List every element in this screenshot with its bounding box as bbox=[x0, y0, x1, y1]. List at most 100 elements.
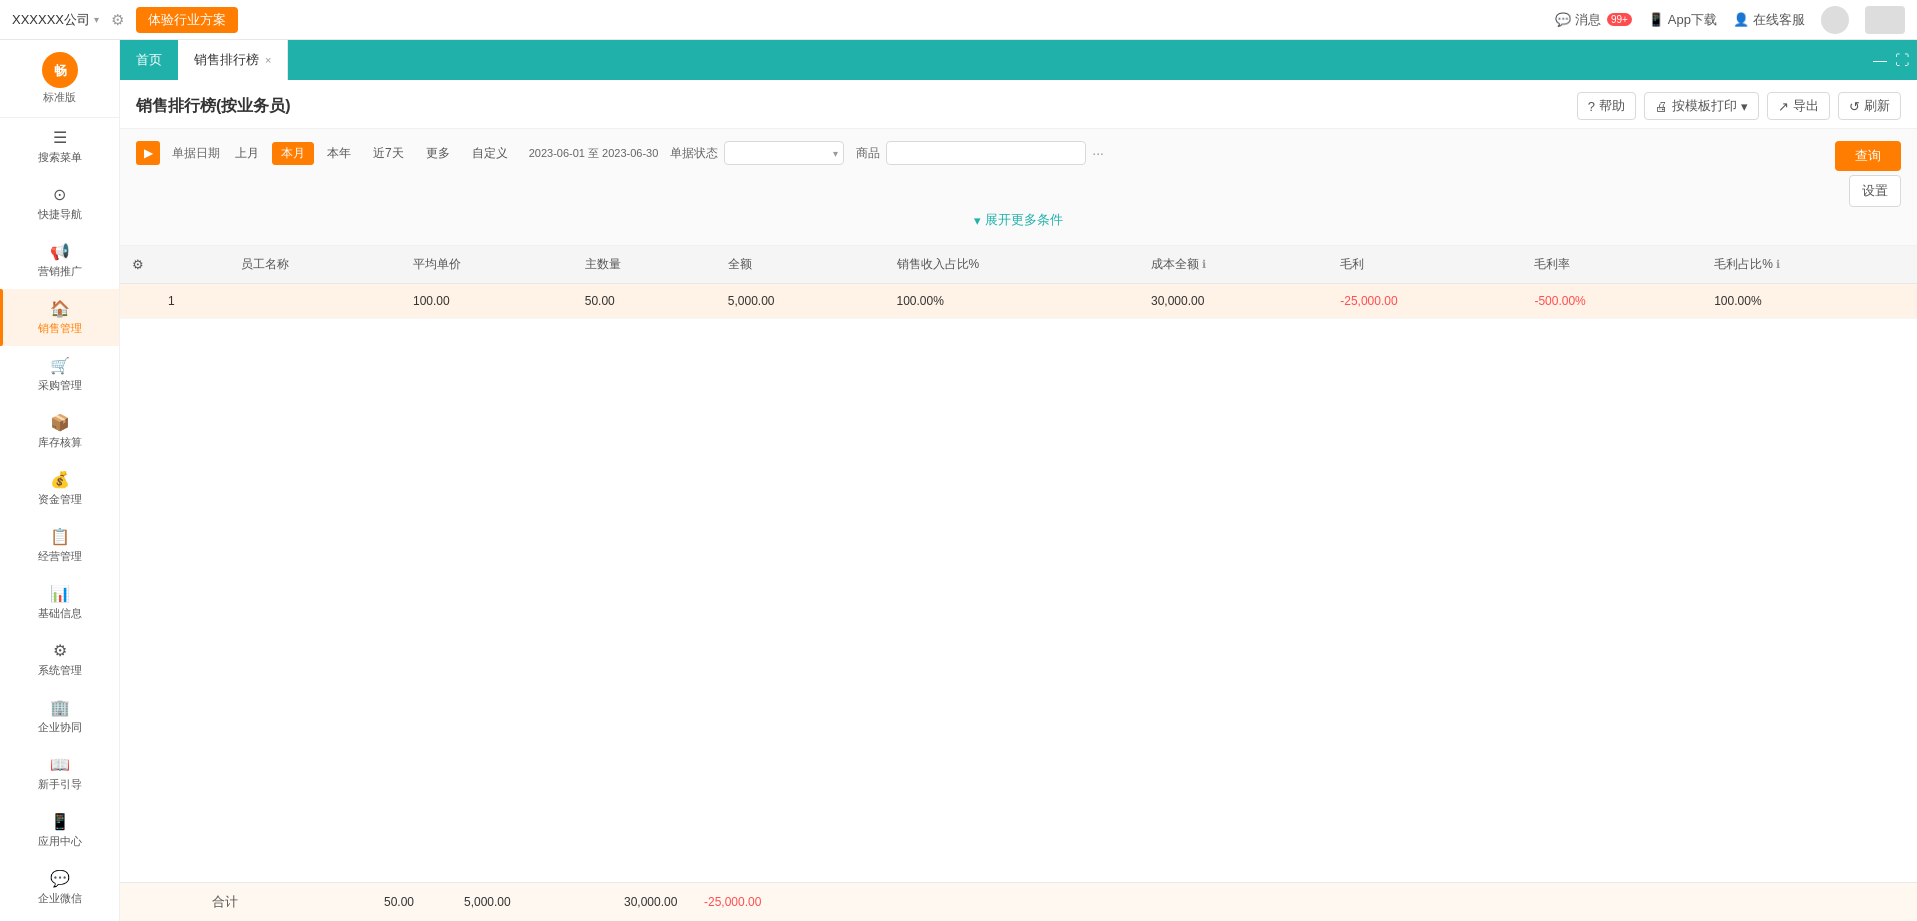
wechat-icon: 💬 bbox=[50, 869, 70, 888]
th-amount: 全额 bbox=[716, 246, 885, 284]
filter-row-1: ▶ 单据日期 上月 本月 本年 近7天 更多 自定义 bbox=[136, 141, 1819, 165]
enterprise-icon: 🏢 bbox=[50, 698, 70, 717]
date-range: 2023-06-01 至 2023-06-30 bbox=[529, 146, 659, 161]
sidebar-label-apps: 应用中心 bbox=[38, 834, 82, 849]
print-button[interactable]: 🖨 按模板打印 ▾ bbox=[1644, 92, 1759, 120]
search-menu-icon: ☰ bbox=[53, 128, 67, 147]
td-cost: 30,000.00 bbox=[1139, 284, 1328, 319]
company-selector[interactable]: XXXXXX公司 ▾ bbox=[12, 11, 99, 29]
td-rank-col bbox=[120, 284, 156, 319]
sidebar-item-basic[interactable]: 📊 基础信息 bbox=[0, 574, 119, 631]
tab-sales-rank[interactable]: 销售排行榜 × bbox=[178, 40, 288, 80]
trial-button[interactable]: 体验行业方案 bbox=[136, 7, 238, 33]
footer-qty: 50.00 bbox=[372, 895, 452, 909]
page-actions: ? 帮助 🖨 按模板打印 ▾ ↗ 导出 ↺ 刷新 bbox=[1577, 92, 1901, 120]
sales-rank-table: ⚙ 员工名称 平均单价 主数量 全额 销售收入占比% 成本全额 ℹ 毛利 bbox=[120, 246, 1917, 319]
tab-close-icon[interactable]: × bbox=[265, 54, 271, 66]
sidebar-item-system[interactable]: ⚙ 系统管理 bbox=[0, 631, 119, 688]
sidebar-label-enterprise: 企业协同 bbox=[38, 720, 82, 735]
message-item[interactable]: 💬 消息 99+ bbox=[1555, 11, 1632, 29]
main-layout: 畅 标准版 ☰ 搜索菜单 ⊙ 快捷导航 📢 营销推广 🏠 销售管理 🛒 采购管理… bbox=[0, 40, 1917, 921]
help-button[interactable]: ? 帮助 bbox=[1577, 92, 1636, 120]
date-label: 单据日期 bbox=[172, 145, 220, 162]
sidebar-item-finance[interactable]: 💰 资金管理 bbox=[0, 460, 119, 517]
td-profit: -25,000.00 bbox=[1328, 284, 1522, 319]
tab-home[interactable]: 首页 bbox=[120, 40, 178, 80]
sidebar-item-enterprise[interactable]: 🏢 企业协同 bbox=[0, 688, 119, 745]
sidebar-item-guide[interactable]: 📖 新手引导 bbox=[0, 745, 119, 802]
sidebar-label-guide: 新手引导 bbox=[38, 777, 82, 792]
app-download-item[interactable]: 📱 App下载 bbox=[1648, 11, 1717, 29]
sidebar-item-member[interactable]: V 畅会员 bbox=[0, 916, 119, 921]
sidebar-item-search[interactable]: ☰ 搜索菜单 bbox=[0, 118, 119, 175]
status-select-wrapper bbox=[724, 141, 844, 165]
status-label: 单据状态 bbox=[670, 145, 718, 162]
date-tabs: 上月 本月 本年 近7天 更多 自定义 bbox=[226, 142, 517, 165]
expand-label: 展开更多条件 bbox=[985, 211, 1063, 229]
tab-sales-rank-label: 销售排行榜 bbox=[194, 51, 259, 69]
th-avg-price: 平均单价 bbox=[401, 246, 573, 284]
goods-more-btn[interactable]: ··· bbox=[1092, 145, 1104, 161]
th-rank bbox=[156, 246, 229, 284]
online-service-label: 在线客服 bbox=[1753, 11, 1805, 29]
sidebar-label-marketing: 营销推广 bbox=[38, 264, 82, 279]
date-tab-this-month[interactable]: 本月 bbox=[272, 142, 314, 165]
tab-maximize-icon[interactable]: ⛶ bbox=[1895, 52, 1909, 68]
footer-amount: 5,000.00 bbox=[452, 895, 532, 909]
goods-label: 商品 bbox=[856, 145, 880, 162]
sidebar-item-inventory[interactable]: 📦 库存核算 bbox=[0, 403, 119, 460]
filter-date-item: 单据日期 上月 本月 本年 近7天 更多 自定义 bbox=[172, 142, 517, 165]
sidebar-label-finance: 资金管理 bbox=[38, 492, 82, 507]
sidebar-label-search: 搜索菜单 bbox=[38, 150, 82, 165]
sidebar-item-marketing[interactable]: 📢 营销推广 bbox=[0, 232, 119, 289]
sidebar-item-wechat[interactable]: 💬 企业微信 bbox=[0, 859, 119, 916]
footer-cells: 50.00 5,000.00 30,000.00 -25,000.00 bbox=[292, 895, 1905, 909]
system-icon: ⚙ bbox=[53, 641, 67, 660]
topbar-settings-icon[interactable]: ⚙ bbox=[111, 11, 124, 29]
date-tab-7days[interactable]: 近7天 bbox=[364, 142, 413, 165]
sidebar-item-operations[interactable]: 📋 经营管理 bbox=[0, 517, 119, 574]
date-tab-this-year[interactable]: 本年 bbox=[318, 142, 360, 165]
footer-cost: 30,000.00 bbox=[612, 895, 692, 909]
th-settings[interactable]: ⚙ bbox=[120, 246, 156, 284]
filter-expand-arrow[interactable]: ▶ bbox=[136, 141, 160, 165]
print-dropdown-icon: ▾ bbox=[1741, 99, 1748, 114]
filter-area: ▶ 单据日期 上月 本月 本年 近7天 更多 自定义 bbox=[120, 129, 1917, 246]
sidebar-label-wechat: 企业微信 bbox=[38, 891, 82, 906]
date-tab-last-month[interactable]: 上月 bbox=[226, 142, 268, 165]
footer-profit: -25,000.00 bbox=[692, 895, 773, 909]
expand-row: ▾ 展开更多条件 bbox=[136, 207, 1901, 233]
content-area: 首页 销售排行榜 × — ⛶ 销售排行榜(按业务员) ? 帮助 bbox=[120, 40, 1917, 921]
refresh-icon: ↺ bbox=[1849, 99, 1860, 114]
date-tab-custom[interactable]: 自定义 bbox=[463, 142, 517, 165]
avatar[interactable] bbox=[1821, 6, 1849, 34]
th-sales-pct: 销售收入占比% bbox=[885, 246, 1139, 284]
app-icon: 📱 bbox=[1648, 12, 1664, 27]
table-footer: 合计 50.00 5,000.00 30,000.00 -25,000.00 bbox=[120, 882, 1917, 921]
sidebar-item-purchase[interactable]: 🛒 采购管理 bbox=[0, 346, 119, 403]
cost-info-icon[interactable]: ℹ bbox=[1202, 258, 1206, 270]
inventory-icon: 📦 bbox=[50, 413, 70, 432]
table-settings-icon[interactable]: ⚙ bbox=[132, 257, 144, 272]
goods-input[interactable] bbox=[886, 141, 1086, 165]
settings-button[interactable]: 设置 bbox=[1849, 175, 1901, 207]
online-service-item[interactable]: 👤 在线客服 bbox=[1733, 11, 1805, 29]
date-tab-more[interactable]: 更多 bbox=[417, 142, 459, 165]
sidebar-item-shortcut[interactable]: ⊙ 快捷导航 bbox=[0, 175, 119, 232]
sidebar-item-sales[interactable]: 🏠 销售管理 bbox=[0, 289, 119, 346]
export-button[interactable]: ↗ 导出 bbox=[1767, 92, 1830, 120]
tab-minimize-icon[interactable]: — bbox=[1873, 52, 1887, 68]
profit-pct-info-icon[interactable]: ℹ bbox=[1776, 258, 1780, 270]
td-name bbox=[229, 284, 401, 319]
refresh-button[interactable]: ↺ 刷新 bbox=[1838, 92, 1901, 120]
footer-avg-price bbox=[292, 895, 372, 909]
sidebar-item-apps[interactable]: 📱 应用中心 bbox=[0, 802, 119, 859]
company-chevron-icon: ▾ bbox=[94, 14, 99, 25]
th-profit-pct: 毛利占比% ℹ bbox=[1702, 246, 1917, 284]
expand-conditions-button[interactable]: ▾ 展开更多条件 bbox=[974, 211, 1063, 229]
table-row: 1 100.00 50.00 5,000.00 100.00% 30,000.0… bbox=[120, 284, 1917, 319]
shortcut-icon: ⊙ bbox=[53, 185, 66, 204]
query-button[interactable]: 查询 bbox=[1835, 141, 1901, 171]
logo-text: 标准版 bbox=[43, 90, 76, 105]
status-select[interactable] bbox=[724, 141, 844, 165]
